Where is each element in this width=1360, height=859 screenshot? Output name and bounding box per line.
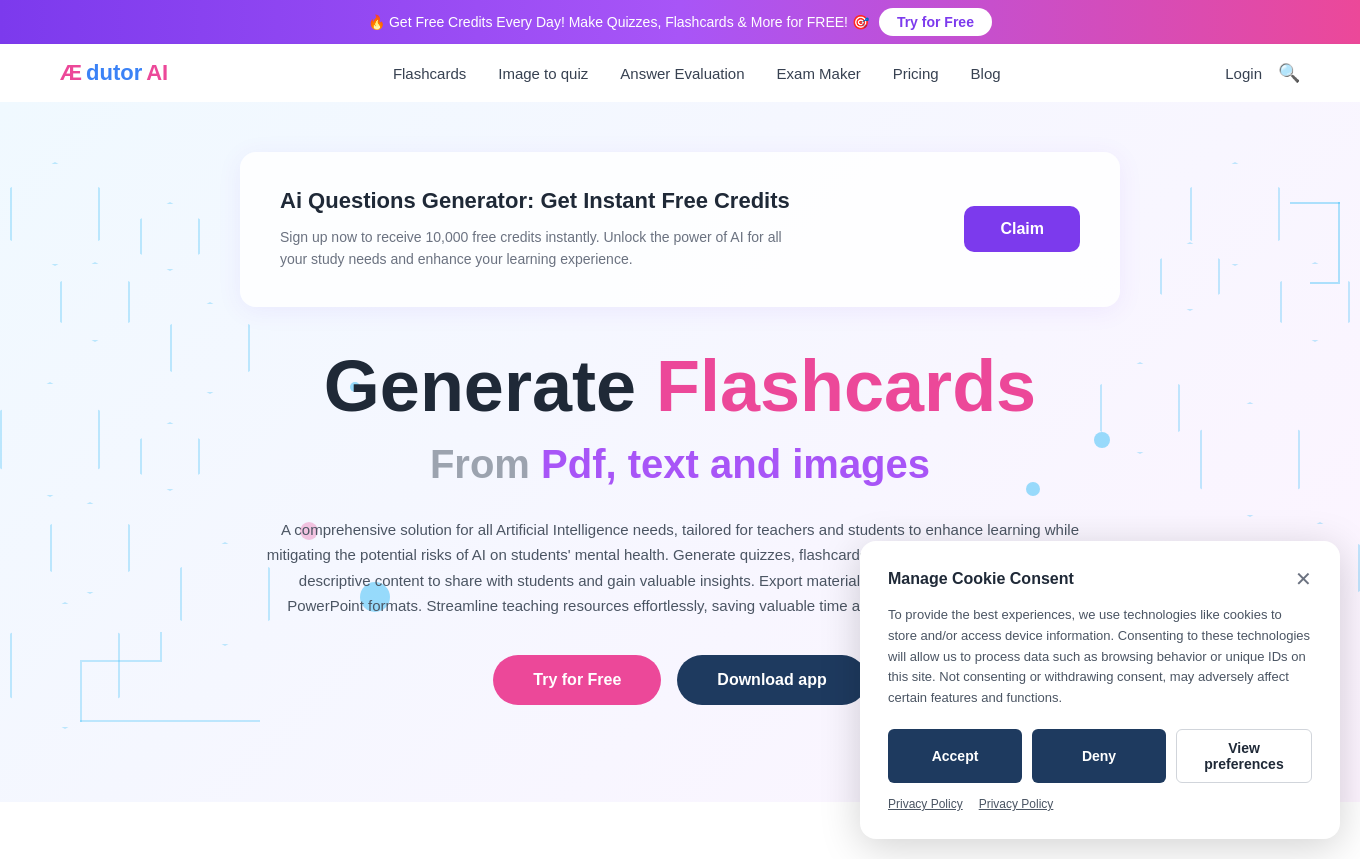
cookie-links: Privacy Policy Privacy Policy [888, 797, 1312, 802]
logo-dutor: dutor [86, 60, 142, 86]
try-free-button[interactable]: Try for Free [493, 655, 661, 705]
nav-image-to-quiz[interactable]: Image to quiz [498, 65, 588, 82]
cookie-modal: Manage Cookie Consent ✕ To provide the b… [860, 541, 1340, 802]
claim-button[interactable]: Claim [964, 206, 1080, 252]
cookie-title: Manage Cookie Consent [888, 570, 1074, 588]
nav-flashcards[interactable]: Flashcards [393, 65, 466, 82]
logo-ai: AI [146, 60, 168, 86]
cookie-actions: Accept Deny View preferences [888, 729, 1312, 783]
search-button[interactable]: 🔍 [1278, 62, 1300, 84]
promo-description: Sign up now to receive 10,000 free credi… [280, 226, 800, 271]
nav-pricing[interactable]: Pricing [893, 65, 939, 82]
nav-links: Flashcards Image to quiz Answer Evaluati… [393, 65, 1001, 82]
nav-blog[interactable]: Blog [971, 65, 1001, 82]
search-icon: 🔍 [1278, 63, 1300, 83]
sub-part1: From [430, 442, 541, 486]
nav-exam-maker[interactable]: Exam Maker [777, 65, 861, 82]
hero-headline: Generate Flashcards [20, 347, 1340, 426]
nav-answer-evaluation[interactable]: Answer Evaluation [620, 65, 744, 82]
logo[interactable]: ÆdutorAI [60, 60, 168, 86]
banner-cta-button[interactable]: Try for Free [879, 8, 992, 36]
headline-part2: Flashcards [656, 346, 1036, 426]
navbar: ÆdutorAI Flashcards Image to quiz Answer… [0, 44, 1360, 102]
deny-button[interactable]: Deny [1032, 729, 1166, 783]
login-link[interactable]: Login [1225, 65, 1262, 82]
banner-text: 🔥 Get Free Credits Every Day! Make Quizz… [368, 14, 869, 30]
promo-card: Ai Questions Generator: Get Instant Free… [240, 152, 1120, 307]
sub-part2: Pdf, text and images [541, 442, 930, 486]
view-preferences-button[interactable]: View preferences [1176, 729, 1312, 783]
logo-ae: Æ [60, 60, 82, 86]
cookie-close-button[interactable]: ✕ [1295, 569, 1312, 589]
nav-right: Login 🔍 [1225, 62, 1300, 84]
promo-heading: Ai Questions Generator: Get Instant Free… [280, 188, 800, 214]
cookie-header: Manage Cookie Consent ✕ [888, 569, 1312, 589]
accept-button[interactable]: Accept [888, 729, 1022, 783]
top-banner: 🔥 Get Free Credits Every Day! Make Quizz… [0, 0, 1360, 44]
hero-subheadline: From Pdf, text and images [20, 442, 1340, 487]
promo-card-text: Ai Questions Generator: Get Instant Free… [280, 188, 800, 271]
privacy-link-2[interactable]: Privacy Policy [979, 797, 1054, 802]
cookie-description: To provide the best experiences, we use … [888, 605, 1312, 709]
download-app-button[interactable]: Download app [677, 655, 866, 705]
headline-part1: Generate [324, 346, 656, 426]
privacy-link-1[interactable]: Privacy Policy [888, 797, 963, 802]
cookie-body: To provide the best experiences, we use … [888, 605, 1312, 802]
